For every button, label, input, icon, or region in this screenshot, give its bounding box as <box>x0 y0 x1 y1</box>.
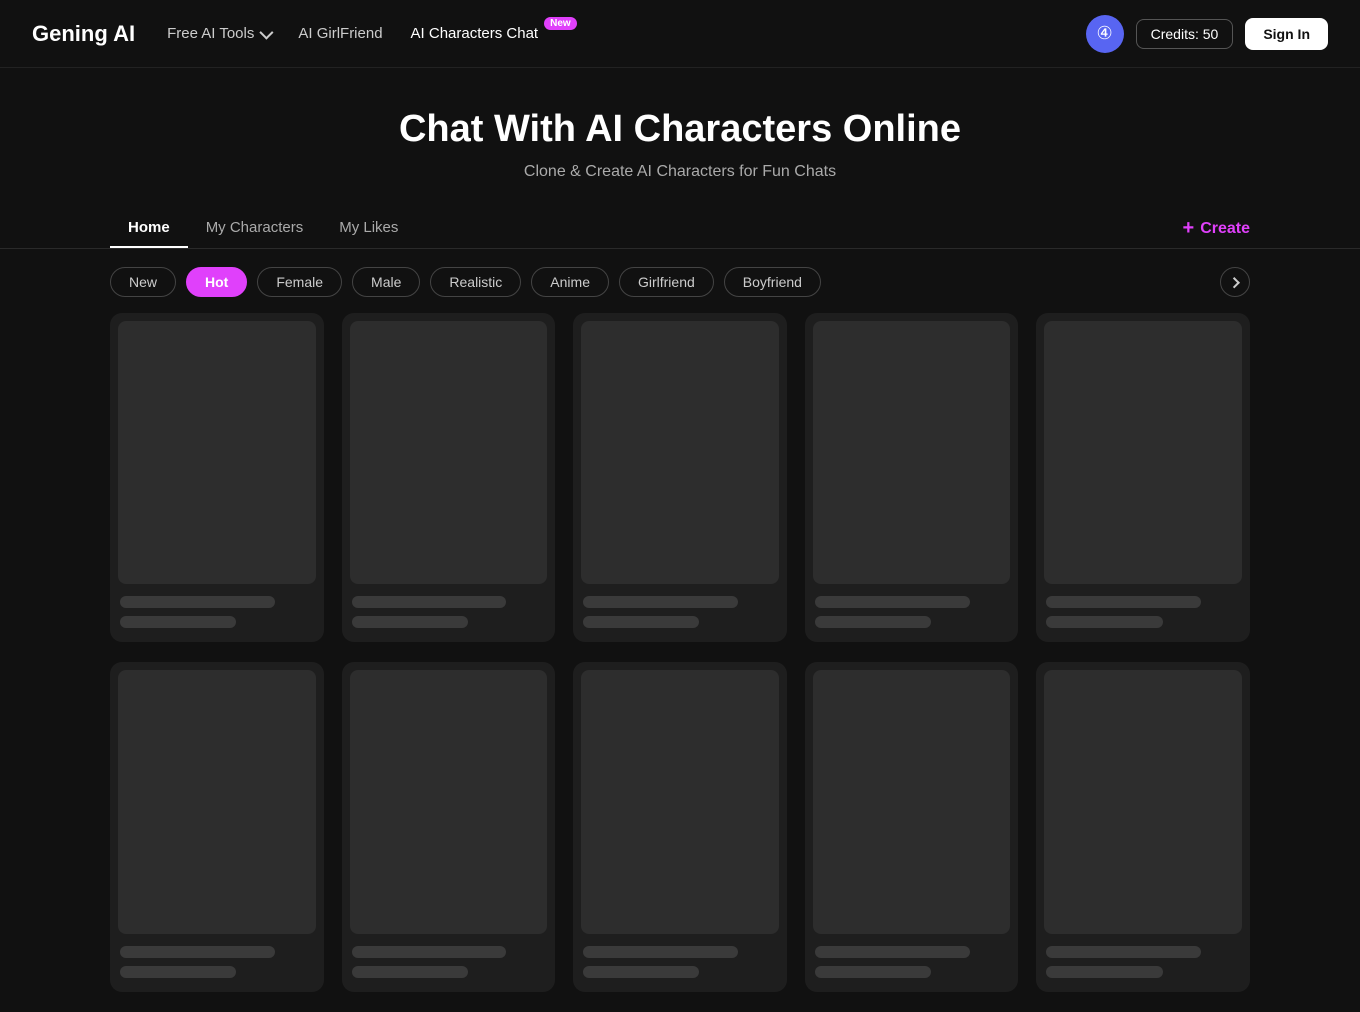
card-image-skeleton <box>581 321 779 584</box>
logo[interactable]: Gening AI <box>32 21 135 47</box>
card-image-skeleton <box>1044 321 1242 584</box>
card-skeleton-9[interactable] <box>805 662 1019 991</box>
plus-icon: + <box>1183 217 1195 240</box>
card-info <box>573 934 787 992</box>
card-title-skeleton <box>815 596 970 608</box>
card-image-skeleton <box>1044 670 1242 933</box>
card-skeleton-10[interactable] <box>1036 662 1250 991</box>
card-info <box>342 934 556 992</box>
navbar-right: ④ Credits: 50 Sign In <box>1086 15 1328 53</box>
card-skeleton-3[interactable] <box>573 313 787 642</box>
card-info <box>110 934 324 992</box>
card-subtitle-skeleton <box>1046 966 1162 978</box>
card-image-skeleton <box>581 670 779 933</box>
filter-scroll-right-button[interactable] <box>1220 267 1250 297</box>
hero-title: Chat With AI Characters Online <box>32 108 1328 151</box>
card-title-skeleton <box>120 946 275 958</box>
card-image-skeleton <box>118 321 316 584</box>
card-skeleton-5[interactable] <box>1036 313 1250 642</box>
chip-hot[interactable]: Hot <box>186 267 247 297</box>
card-title-skeleton <box>583 946 738 958</box>
card-image-skeleton <box>118 670 316 933</box>
card-title-skeleton <box>352 946 507 958</box>
card-info <box>805 584 1019 642</box>
card-image-skeleton <box>813 670 1011 933</box>
card-subtitle-skeleton <box>583 966 699 978</box>
card-subtitle-skeleton <box>815 616 931 628</box>
card-skeleton-8[interactable] <box>573 662 787 991</box>
discord-button[interactable]: ④ <box>1086 15 1124 53</box>
chip-realistic[interactable]: Realistic <box>430 267 521 297</box>
chevron-down-icon <box>260 25 274 39</box>
card-info <box>342 584 556 642</box>
new-badge: New <box>544 17 577 30</box>
card-title-skeleton <box>1046 946 1201 958</box>
card-subtitle-skeleton <box>352 616 468 628</box>
card-info <box>1036 584 1250 642</box>
tabs-bar: Home My Characters My Likes + Create <box>0 209 1360 249</box>
card-image-skeleton <box>813 321 1011 584</box>
card-skeleton-7[interactable] <box>342 662 556 991</box>
tab-my-characters[interactable]: My Characters <box>188 209 322 248</box>
card-image-skeleton <box>350 670 548 933</box>
card-skeleton-1[interactable] <box>110 313 324 642</box>
chip-female[interactable]: Female <box>257 267 342 297</box>
nav-free-ai-tools[interactable]: Free AI Tools <box>167 25 270 42</box>
filter-row: New Hot Female Male Realistic Anime Girl… <box>0 249 1360 313</box>
create-button[interactable]: + Create <box>1183 217 1251 240</box>
chip-anime[interactable]: Anime <box>531 267 609 297</box>
card-info <box>110 584 324 642</box>
chip-boyfriend[interactable]: Boyfriend <box>724 267 821 297</box>
credits-button[interactable]: Credits: 50 <box>1136 19 1234 49</box>
card-subtitle-skeleton <box>583 616 699 628</box>
card-subtitle-skeleton <box>352 966 468 978</box>
chip-male[interactable]: Male <box>352 267 420 297</box>
card-skeleton-4[interactable] <box>805 313 1019 642</box>
nav-ai-characters-chat[interactable]: AI Characters Chat New <box>411 25 577 42</box>
card-skeleton-2[interactable] <box>342 313 556 642</box>
card-info <box>1036 934 1250 992</box>
tab-my-likes[interactable]: My Likes <box>321 209 416 248</box>
card-title-skeleton <box>352 596 507 608</box>
nav-links: Free AI Tools AI GirlFriend AI Character… <box>167 25 1054 42</box>
tab-home[interactable]: Home <box>110 209 188 248</box>
chip-girlfriend[interactable]: Girlfriend <box>619 267 714 297</box>
signin-button[interactable]: Sign In <box>1245 18 1328 50</box>
cards-grid-row2 <box>0 662 1360 1011</box>
card-subtitle-skeleton <box>1046 616 1162 628</box>
card-subtitle-skeleton <box>120 966 236 978</box>
cards-grid-row1 <box>0 313 1360 662</box>
hero-section: Chat With AI Characters Online Clone & C… <box>0 68 1360 209</box>
card-title-skeleton <box>1046 596 1201 608</box>
card-title-skeleton <box>815 946 970 958</box>
navbar: Gening AI Free AI Tools AI GirlFriend AI… <box>0 0 1360 68</box>
card-info <box>573 584 787 642</box>
card-title-skeleton <box>120 596 275 608</box>
chevron-right-icon <box>1229 277 1240 288</box>
card-subtitle-skeleton <box>815 966 931 978</box>
card-skeleton-6[interactable] <box>110 662 324 991</box>
hero-subtitle: Clone & Create AI Characters for Fun Cha… <box>32 163 1328 181</box>
nav-ai-girlfriend[interactable]: AI GirlFriend <box>298 25 382 42</box>
card-image-skeleton <box>350 321 548 584</box>
discord-icon: ④ <box>1097 23 1113 44</box>
card-title-skeleton <box>583 596 738 608</box>
chip-new[interactable]: New <box>110 267 176 297</box>
card-info <box>805 934 1019 992</box>
card-subtitle-skeleton <box>120 616 236 628</box>
